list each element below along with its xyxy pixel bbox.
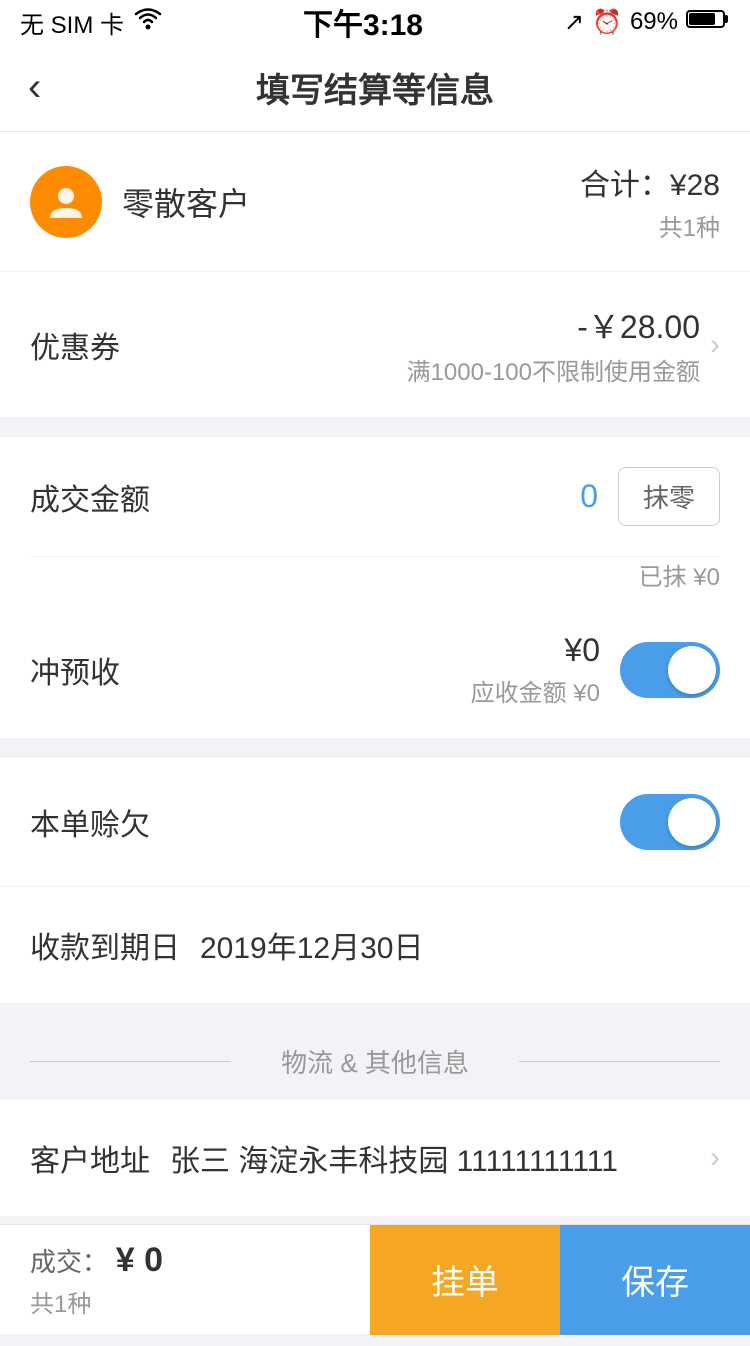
- deal-amount-sub: 已抹 ¥0: [30, 557, 720, 602]
- customer-avatar: [30, 166, 102, 238]
- debt-toggle[interactable]: [620, 794, 720, 850]
- deal-amount-value: 0: [580, 478, 598, 515]
- alarm-icon: ⏰: [592, 8, 622, 37]
- battery-icon: [686, 8, 730, 37]
- prepay-amount-block: ¥0 应收金额 ¥0: [471, 632, 600, 708]
- deal-amount-row: 成交金额 0 抹零: [30, 437, 720, 557]
- address-label: 客户地址: [30, 1136, 150, 1180]
- deal-amount-right: 0 抹零: [580, 467, 720, 526]
- prepay-toggle[interactable]: [620, 642, 720, 698]
- status-bar-left: 无 SIM 卡: [20, 5, 162, 40]
- customer-total: 合计：¥28: [580, 160, 720, 204]
- location-icon: ↗: [564, 8, 584, 37]
- address-chevron-icon: ›: [710, 1141, 720, 1175]
- back-button[interactable]: ‹: [28, 65, 41, 110]
- bottom-summary: 成交： ¥ 0 共1种: [0, 1241, 370, 1319]
- chevron-right-icon: ›: [710, 328, 720, 362]
- nav-title: 填写结算等信息: [256, 63, 494, 112]
- bottom-deal-amount: ¥ 0: [116, 1241, 163, 1279]
- nav-bar: ‹ 填写结算等信息: [0, 44, 750, 132]
- deal-section: 成交金额 0 抹零 已抹 ¥0 冲预收 ¥0 应收金额 ¥0: [0, 437, 750, 738]
- prepay-row: 冲预收 ¥0 应收金额 ¥0: [30, 602, 720, 738]
- debt-row: 本单赊欠: [0, 758, 750, 887]
- bottom-deal-line: 成交： ¥ 0: [30, 1241, 340, 1280]
- logistics-line-left: [30, 1061, 231, 1062]
- due-date-row: 收款到期日 2019年12月30日: [0, 887, 750, 1003]
- battery-percent: 69%: [630, 8, 678, 36]
- prepay-sub: 应收金额 ¥0: [471, 673, 600, 708]
- coupon-right-content: -￥28.00 满1000-100不限制使用金额: [407, 302, 700, 387]
- sim-status: 无 SIM 卡: [20, 5, 124, 40]
- due-date-value: 2019年12月30日: [200, 923, 423, 967]
- customer-left: 零散客户: [30, 166, 250, 238]
- debt-label: 本单赊欠: [30, 800, 150, 844]
- coupon-desc: 满1000-100不限制使用金额: [407, 352, 700, 387]
- debt-section: 本单赊欠 收款到期日 2019年12月30日: [0, 758, 750, 1003]
- address-row[interactable]: 客户地址 张三 海淀永丰科技园 11111111111 ›: [0, 1100, 750, 1216]
- prepay-amount: ¥0: [471, 632, 600, 669]
- customer-name: 零散客户: [122, 179, 250, 225]
- logistics-title: 物流 & 其他信息: [281, 1043, 469, 1080]
- deal-amount-label: 成交金额: [30, 475, 150, 519]
- address-value: 张三 海淀永丰科技园 11111111111: [170, 1136, 710, 1180]
- bottom-bar: 成交： ¥ 0 共1种 挂单 保存: [0, 1224, 750, 1334]
- address-section: 客户地址 张三 海淀永丰科技园 11111111111 ›: [0, 1100, 750, 1216]
- round-zero-button[interactable]: 抹零: [618, 467, 720, 526]
- status-bar-right: ↗ ⏰ 69%: [564, 8, 730, 37]
- customer-row: 零散客户 合计：¥28 共1种: [0, 132, 750, 271]
- bottom-count: 共1种: [30, 1284, 340, 1319]
- prepay-label: 冲预收: [30, 648, 120, 692]
- customer-count: 共1种: [580, 208, 720, 243]
- save-button[interactable]: 保存: [560, 1225, 750, 1335]
- logistics-line-right: [519, 1061, 720, 1062]
- coupon-amount: -￥28.00: [407, 302, 700, 348]
- due-date-label: 收款到期日: [30, 923, 180, 967]
- coupon-right: -￥28.00 满1000-100不限制使用金额 ›: [407, 302, 720, 387]
- customer-section: 零散客户 合计：¥28 共1种 优惠券 -￥28.00 满1000-100不限制…: [0, 132, 750, 417]
- customer-right: 合计：¥28 共1种: [580, 160, 720, 243]
- coupon-row[interactable]: 优惠券 -￥28.00 满1000-100不限制使用金额 ›: [0, 271, 750, 417]
- coupon-label: 优惠券: [30, 323, 120, 367]
- status-bar-time: 下午3:18: [303, 0, 423, 44]
- bottom-deal-label: 成交：: [30, 1247, 108, 1277]
- status-bar: 无 SIM 卡 下午3:18 ↗ ⏰ 69%: [0, 0, 750, 44]
- logistics-header: 物流 & 其他信息: [0, 1023, 750, 1100]
- hang-order-button[interactable]: 挂单: [370, 1225, 560, 1335]
- prepay-right: ¥0 应收金额 ¥0: [471, 632, 720, 708]
- wifi-icon: [134, 8, 162, 37]
